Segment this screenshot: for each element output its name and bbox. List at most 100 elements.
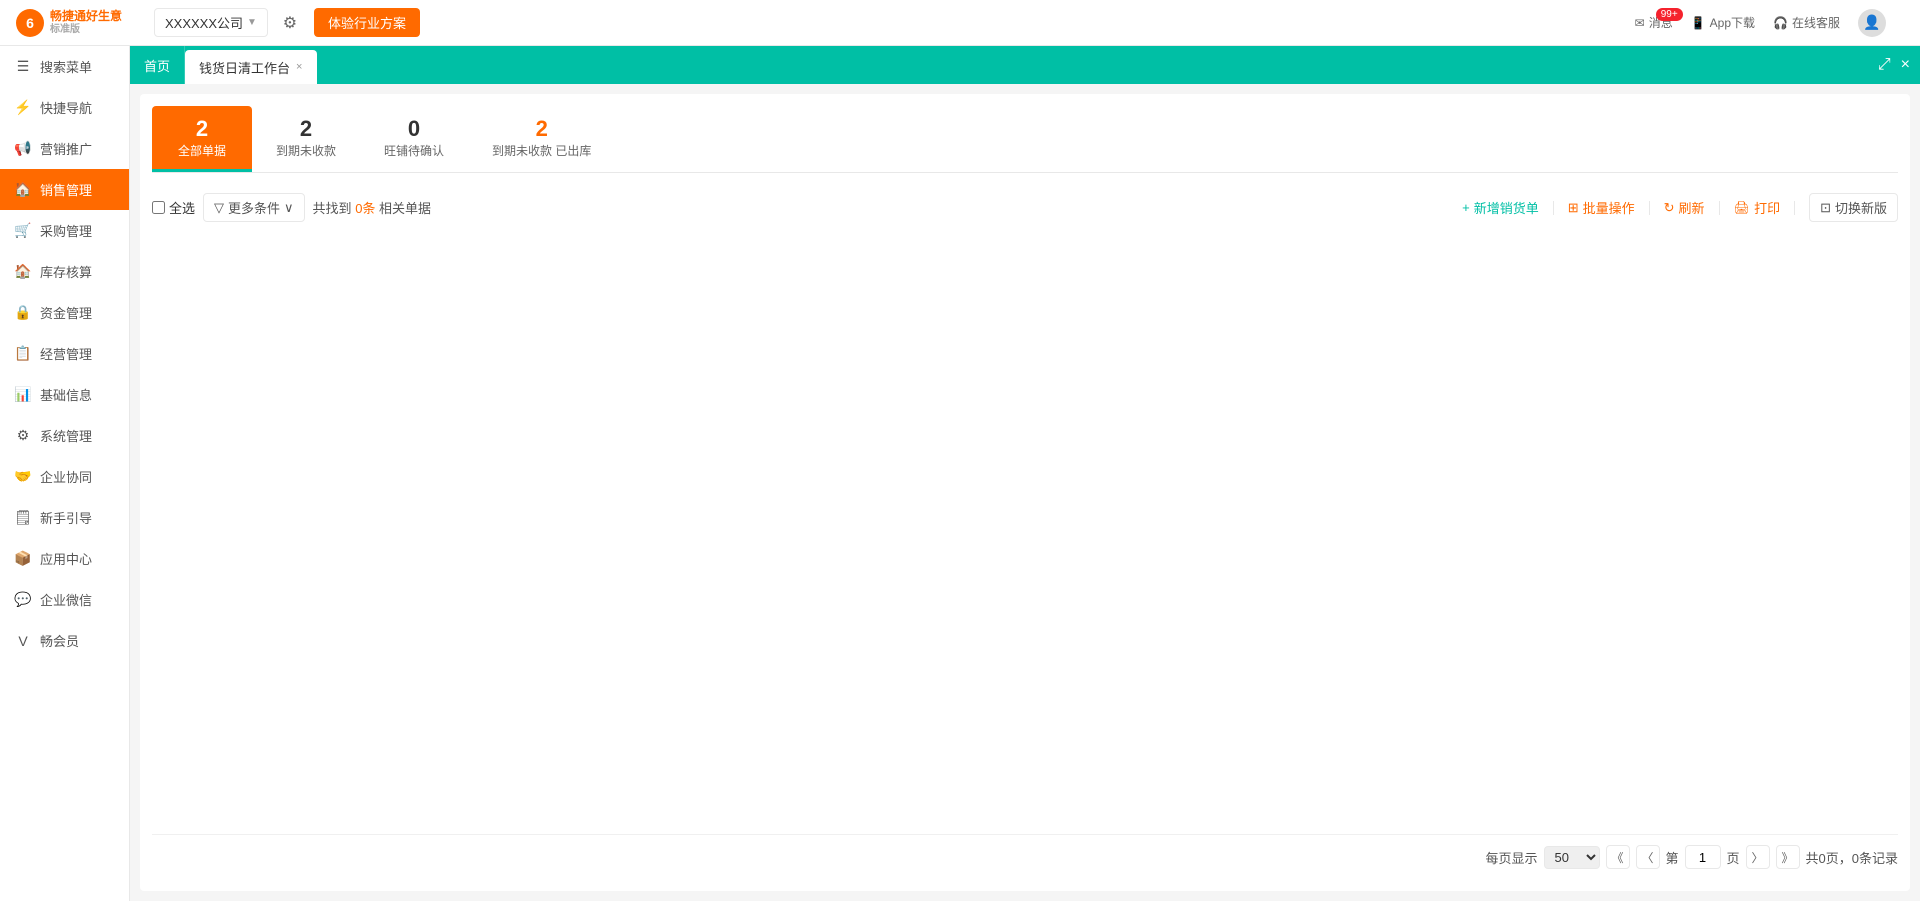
switch-version-button[interactable]: ⊡ 切换新版 xyxy=(1809,193,1898,222)
online-service-button[interactable]: 🎧 在线客服 xyxy=(1773,14,1840,31)
sidebar-item-purchase[interactable]: 🛒 采购管理 xyxy=(0,210,129,251)
avatar[interactable]: 👤 xyxy=(1858,9,1886,37)
batch-label: 批量操作 xyxy=(1583,198,1635,217)
service-label: 在线客服 xyxy=(1792,14,1840,31)
per-page-select[interactable]: 50 100 200 xyxy=(1544,846,1600,869)
refresh-button[interactable]: ↻ 刷新 xyxy=(1664,198,1705,217)
tab-close-button[interactable]: × xyxy=(296,61,302,73)
pending-label: 旺铺待确认 xyxy=(384,142,444,159)
sidebar-item-inventory[interactable]: 🏠 库存核算 xyxy=(0,251,129,292)
company-selector[interactable]: XXXXXX公司 ▼ xyxy=(154,8,268,37)
pagination: 每页显示 50 100 200 《 〈 第 页 〉 》 共0页，0条记录 xyxy=(152,834,1898,879)
add-order-button[interactable]: + 新增销货单 xyxy=(1462,198,1539,217)
sidebar-item-system[interactable]: ⚙ 系统管理 xyxy=(0,415,129,456)
app-download-button[interactable]: 📱 App下载 xyxy=(1691,14,1755,31)
sidebar-collab-label: 企业协同 xyxy=(40,467,92,486)
status-tab-overdue[interactable]: 2 到期未收款 xyxy=(252,106,360,172)
active-tab[interactable]: 钱货日清工作台 × xyxy=(185,50,317,84)
select-all-input[interactable] xyxy=(152,201,165,214)
next-page-button[interactable]: 〉 xyxy=(1746,845,1770,869)
sidebar-item-finance[interactable]: 🔒 资金管理 xyxy=(0,292,129,333)
filter-button[interactable]: ▽ 更多条件 ∨ xyxy=(203,193,305,222)
print-button[interactable]: 🖨 打印 xyxy=(1734,198,1781,217)
wechat-icon: 💬 xyxy=(14,591,32,608)
sidebar-item-marketing[interactable]: 📢 营销推广 xyxy=(0,128,129,169)
overdue-count: 2 xyxy=(300,116,312,142)
sidebar-item-operation[interactable]: 📋 经营管理 xyxy=(0,333,129,374)
divider-1 xyxy=(1553,201,1554,215)
company-dropdown-arrow: ▼ xyxy=(247,17,257,28)
app-download-label: App下载 xyxy=(1710,14,1755,31)
sidebar-item-sales[interactable]: 🏠 销售管理 xyxy=(0,169,129,210)
sidebar-appstore-label: 应用中心 xyxy=(40,549,92,568)
home-tab[interactable]: 首页 xyxy=(130,46,185,84)
window-restore-icon[interactable]: ⤢ xyxy=(1878,56,1891,74)
settings-button[interactable]: ⚙ xyxy=(276,9,304,37)
pending-count: 0 xyxy=(408,116,420,142)
sidebar-item-wechat[interactable]: 💬 企业微信 xyxy=(0,579,129,620)
home-tab-label: 首页 xyxy=(144,56,170,75)
page-suffix: 页 xyxy=(1727,848,1740,867)
search-menu-icon: ☰ xyxy=(14,58,32,75)
sidebar-system-label: 系统管理 xyxy=(40,426,92,445)
divider-2 xyxy=(1649,201,1650,215)
status-tab-pending[interactable]: 0 旺铺待确认 xyxy=(360,106,468,172)
sidebar-inventory-label: 库存核算 xyxy=(40,262,92,281)
status-tab-all[interactable]: 2 全部单据 xyxy=(152,106,252,172)
print-label: 打印 xyxy=(1754,198,1780,217)
message-button[interactable]: ✉ 消息 99+ xyxy=(1635,14,1673,31)
sidebar-search-label: 搜索菜单 xyxy=(40,57,92,76)
prev-page-button[interactable]: 〈 xyxy=(1636,845,1660,869)
divider-3 xyxy=(1719,201,1720,215)
sidebar-marketing-label: 营销推广 xyxy=(40,139,92,158)
purchase-icon: 🛒 xyxy=(14,222,32,239)
sidebar-purchase-label: 采购管理 xyxy=(40,221,92,240)
sidebar-member-label: 畅会员 xyxy=(40,631,79,650)
sidebar-basic-label: 基础信息 xyxy=(40,385,92,404)
first-page-button[interactable]: 《 xyxy=(1606,845,1630,869)
sidebar-quick-nav-label: 快捷导航 xyxy=(40,98,92,117)
main-content: 2 全部单据 2 到期未收款 0 旺铺待确认 2 到期未收款 已出库 全选 xyxy=(130,84,1920,901)
all-label: 全部单据 xyxy=(178,142,226,159)
sidebar-item-basic[interactable]: 📊 基础信息 xyxy=(0,374,129,415)
app-subtitle: 标准版 xyxy=(50,24,122,36)
nav-tabs: 首页 钱货日清工作台 × ⤢ × xyxy=(130,46,1920,84)
basic-icon: 📊 xyxy=(14,386,32,403)
trial-button[interactable]: 体验行业方案 xyxy=(314,8,420,37)
logo-text: 畅捷通好生意 标准版 xyxy=(50,9,122,35)
overdue-label: 到期未收款 xyxy=(276,142,336,159)
select-all-checkbox[interactable]: 全选 xyxy=(152,198,195,217)
sidebar-item-guide[interactable]: 🗒 新手引导 xyxy=(0,497,129,538)
toolbar-left: 全选 ▽ 更多条件 ∨ 共找到 0条 相关单据 xyxy=(152,193,431,222)
header-right: ✉ 消息 99+ 📱 App下载 🎧 在线客服 👤 xyxy=(1635,9,1904,37)
sidebar-guide-label: 新手引导 xyxy=(40,508,92,527)
sidebar: ☰ 搜索菜单 ⚡ 快捷导航 📢 营销推广 🏠 销售管理 🛒 采购管理 🏠 库存核… xyxy=(0,46,130,901)
batch-operation-button[interactable]: ⊞ 批量操作 xyxy=(1568,198,1635,217)
sidebar-item-collab[interactable]: 🤝 企业协同 xyxy=(0,456,129,497)
sidebar-wechat-label: 企业微信 xyxy=(40,590,92,609)
filter-label: 更多条件 xyxy=(228,198,280,217)
sidebar-item-member[interactable]: V 畅会员 xyxy=(0,620,129,661)
sidebar-item-quick-nav[interactable]: ⚡ 快捷导航 xyxy=(0,87,129,128)
sales-icon: 🏠 xyxy=(14,181,32,198)
app-title: 畅捷通好生意 xyxy=(50,9,122,23)
select-all-label: 全选 xyxy=(169,198,195,217)
guide-icon: 🗒 xyxy=(14,509,32,526)
nav-tabs-right: ⤢ × xyxy=(1878,56,1920,74)
divider-4 xyxy=(1794,201,1795,215)
total-info: 共0页，0条记录 xyxy=(1806,848,1898,867)
found-prefix: 共找到 xyxy=(313,201,352,216)
sidebar-item-appstore[interactable]: 📦 应用中心 xyxy=(0,538,129,579)
switch-icon: ⊡ xyxy=(1820,200,1831,216)
print-icon: 🖨 xyxy=(1734,200,1751,216)
all-count: 2 xyxy=(196,116,208,142)
last-page-button[interactable]: 》 xyxy=(1776,845,1800,869)
window-close-icon[interactable]: × xyxy=(1901,56,1910,74)
refresh-icon: ↻ xyxy=(1664,200,1675,216)
status-tab-shipped[interactable]: 2 到期未收款 已出库 xyxy=(468,106,615,172)
refresh-label: 刷新 xyxy=(1679,198,1705,217)
sidebar-finance-label: 资金管理 xyxy=(40,303,92,322)
batch-icon: ⊞ xyxy=(1568,200,1579,216)
sidebar-item-search[interactable]: ☰ 搜索菜单 xyxy=(0,46,129,87)
page-number-input[interactable] xyxy=(1685,845,1721,869)
